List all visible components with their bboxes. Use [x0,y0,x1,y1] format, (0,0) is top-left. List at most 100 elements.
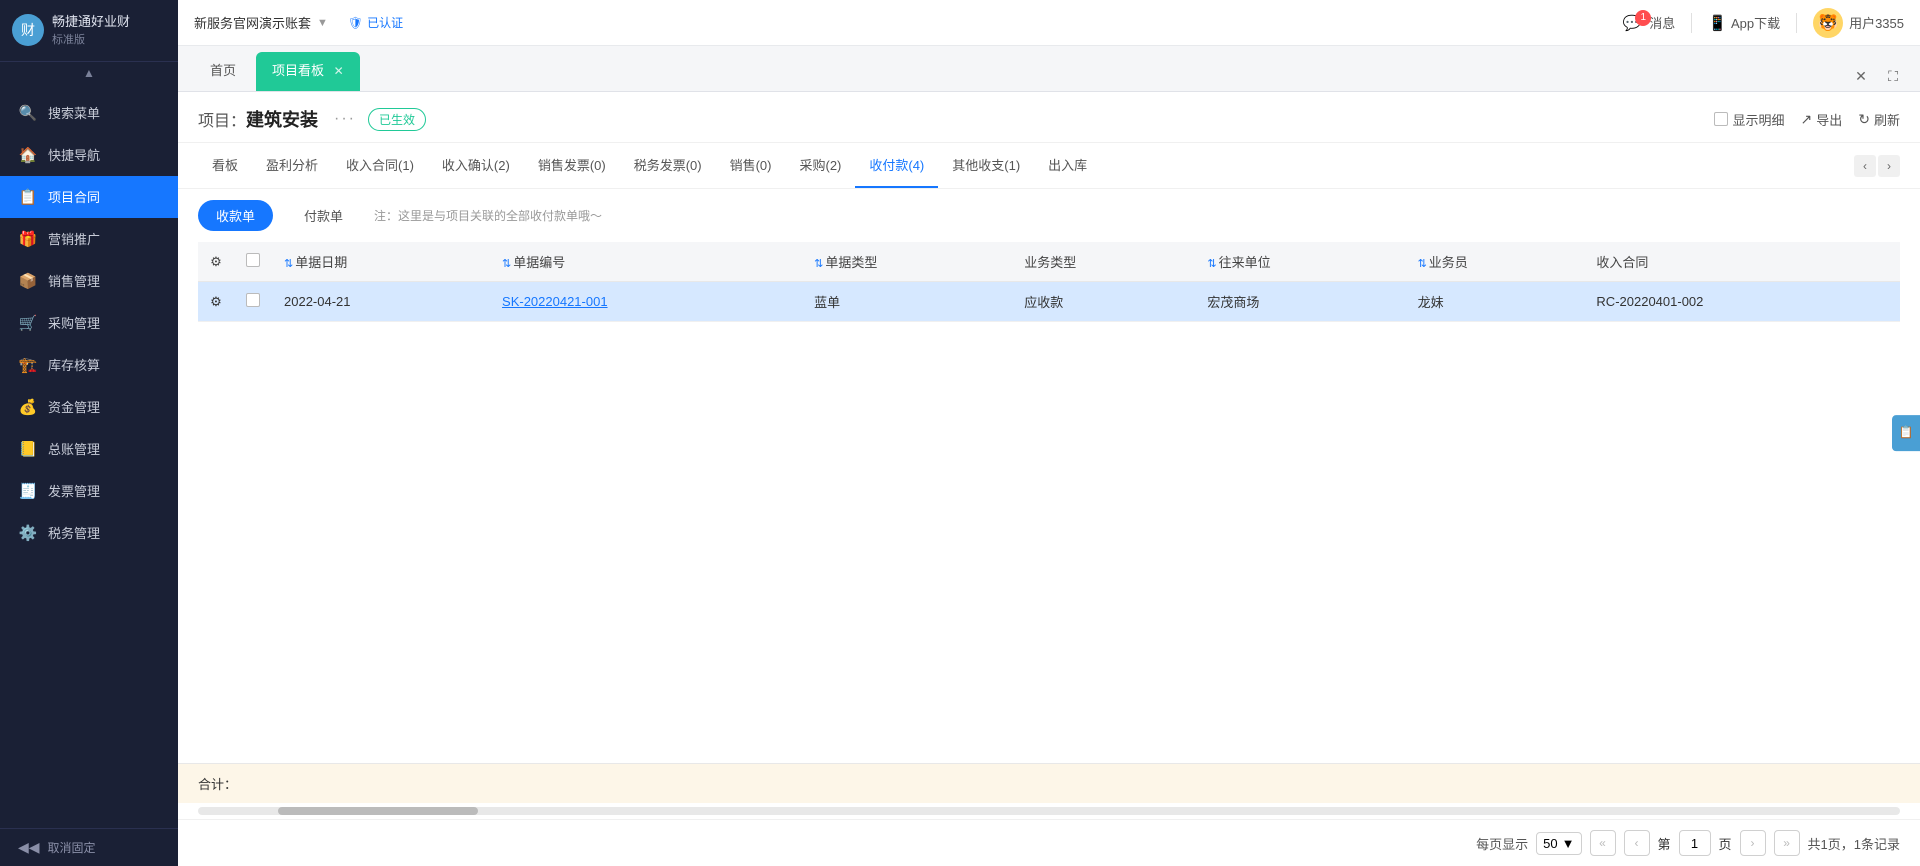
app-download-action[interactable]: 📱 App下载 [1708,13,1780,32]
sub-tab-10[interactable]: 出入库 [1034,143,1101,188]
hscrollbar-row [178,803,1920,819]
total-label: 合计： [198,777,237,792]
row-number-link-0[interactable]: SK-20220421-001 [502,294,608,309]
receipt-btn[interactable]: 收款单 [198,200,273,231]
sub-tab-0[interactable]: 看板 [198,143,252,188]
shield-icon: 🛡 [348,16,363,30]
close-window-btn[interactable]: ✕ [1850,65,1872,87]
tab-close-icon[interactable]: ✕ [334,64,344,78]
right-float-btn[interactable]: 📋 [1892,415,1920,451]
sidebar-item-3[interactable]: 🎁 营销推广 [0,218,178,260]
row-gear-0[interactable]: ⚙ [198,282,234,322]
hscroll-thumb[interactable] [278,807,478,815]
topbar-divider2 [1796,13,1797,33]
col-date[interactable]: ⇅单据日期 [272,242,490,282]
col-type[interactable]: ⇅单据类型 [802,242,1012,282]
sidebar-item-8[interactable]: 📒 总账管理 [0,428,178,470]
sort-icon: ⇅ [284,258,293,270]
sidebar-item-0[interactable]: 🔍 搜索菜单 [0,92,178,134]
sidebar-item-6[interactable]: 🏗️ 库存核算 [0,344,178,386]
prev-page-btn[interactable]: ‹ [1624,830,1650,856]
refresh-btn[interactable]: ↻ 刷新 [1858,110,1900,129]
sort-icon5: ⇅ [1418,258,1427,270]
nav-icon-7: 💰 [18,397,38,417]
export-label: 导出 [1816,110,1842,129]
page-prefix: 第 [1658,834,1671,853]
sub-tab-prev-btn[interactable]: ‹ [1854,155,1876,177]
nav-icon-4: 📦 [18,271,38,291]
sidebar-header: 财 畅捷通好业财 标准版 [0,0,178,62]
user-action[interactable]: 🐯 用户3355 [1813,8,1904,38]
col-salesperson[interactable]: ⇅业务员 [1406,242,1585,282]
payment-btn[interactable]: 付款单 [285,199,362,232]
export-btn[interactable]: ↗ 导出 [1801,110,1843,129]
float-btn-icon: 📋 [1899,425,1913,441]
col-checkbox[interactable] [234,242,272,282]
nav-icon-3: 🎁 [18,229,38,249]
hscroll-bar[interactable] [198,807,1900,815]
topbar-divider1 [1691,13,1692,33]
sort-icon3: ⇅ [814,258,823,270]
maximize-window-btn[interactable]: ⛶ [1882,65,1904,87]
show-detail-checkbox[interactable] [1714,112,1728,126]
sidebar-item-7[interactable]: 💰 资金管理 [0,386,178,428]
account-selector[interactable]: 新服务官网演示账套 ▼ [194,13,328,32]
nav-label-8: 总账管理 [48,439,100,458]
nav-label-0: 搜索菜单 [48,103,100,122]
table-container[interactable]: ⚙ ⇅单据日期 ⇅单据编号 ⇅单据类型 业务类型 ⇅往来单位 ⇅业务员 收入合同 [178,242,1920,763]
sub-tab-5[interactable]: 税务发票(0) [620,143,716,188]
last-page-btn[interactable]: » [1774,830,1800,856]
total-pages-label: 共1页，1条记录 [1808,834,1900,853]
per-page-value: 50 [1543,836,1557,851]
sidebar-item-1[interactable]: 🏠 快捷导航 [0,134,178,176]
topbar-right: 💬 1 消息 📱 App下载 🐯 用户3355 [1623,8,1904,38]
gear-icon: ⚙ [210,254,222,269]
show-detail-toggle[interactable]: 显示明细 [1714,110,1784,129]
per-page-select[interactable]: 50 ▼ [1536,832,1581,855]
sub-tab-next-btn[interactable]: › [1878,155,1900,177]
sidebar-item-9[interactable]: 🧾 发票管理 [0,470,178,512]
sub-tab-6[interactable]: 销售(0) [716,143,786,188]
sidebar-item-5[interactable]: 🛒 采购管理 [0,302,178,344]
col-partner[interactable]: ⇅往来单位 [1195,242,1405,282]
content-area: 项目： 建筑安装 ··· 已生效 显示明细 ↗ 导出 ↻ 刷新 [178,92,1920,866]
sidebar-scroll-up[interactable]: ▲ [0,62,178,84]
tab-home[interactable]: 首页 [194,52,252,91]
table-row[interactable]: ⚙ 2022-04-21 SK-20220421-001 蓝单 应收款 宏茂商场… [198,282,1900,322]
sub-tab-2[interactable]: 收入合同(1) [332,143,428,188]
next-page-btn[interactable]: › [1740,830,1766,856]
col-gear[interactable]: ⚙ [198,242,234,282]
sub-tab-4[interactable]: 销售发票(0) [524,143,620,188]
sidebar-item-4[interactable]: 📦 销售管理 [0,260,178,302]
row-number-0[interactable]: SK-20220421-001 [490,282,802,322]
sub-tab-9[interactable]: 其他收支(1) [938,143,1034,188]
select-all-checkbox[interactable] [246,253,260,267]
sort-icon2: ⇅ [502,258,511,270]
row-type-0: 蓝单 [802,282,1012,322]
total-row: 合计： [178,763,1920,803]
topbar: 新服务官网演示账套 ▼ 🛡 已认证 💬 1 消息 📱 App下载 [178,0,1920,46]
row-checkbox-0[interactable] [246,293,260,307]
nav-icon-6: 🏗️ [18,355,38,375]
sub-tab-nav: ‹ › [1854,155,1900,177]
messages-action[interactable]: 💬 1 消息 [1623,13,1676,32]
sub-tab-7[interactable]: 采购(2) [785,143,855,188]
nav-label-9: 发票管理 [48,481,100,500]
project-more-btn[interactable]: ··· [334,110,356,128]
row-salesperson-0: 龙妹 [1406,282,1585,322]
project-actions: 显示明细 ↗ 导出 ↻ 刷新 [1714,110,1900,129]
tab-project-board[interactable]: 项目看板 ✕ [256,52,360,91]
first-page-btn[interactable]: « [1590,830,1616,856]
nav-icon-5: 🛒 [18,313,38,333]
sidebar-footer[interactable]: ◀◀ 取消固定 [0,828,178,866]
sidebar-item-2[interactable]: 📋 项目合同 [0,176,178,218]
nav-icon-0: 🔍 [18,103,38,123]
sidebar-item-10[interactable]: ⚙️ 税务管理 [0,512,178,554]
current-page-input[interactable] [1679,830,1711,856]
user-label: 用户3355 [1849,13,1904,32]
sub-tab-1[interactable]: 盈利分析 [252,143,332,188]
sub-tab-8[interactable]: 收付款(4) [855,143,938,188]
sub-tab-3[interactable]: 收入确认(2) [428,143,524,188]
col-number[interactable]: ⇅单据编号 [490,242,802,282]
row-check-0[interactable] [234,282,272,322]
